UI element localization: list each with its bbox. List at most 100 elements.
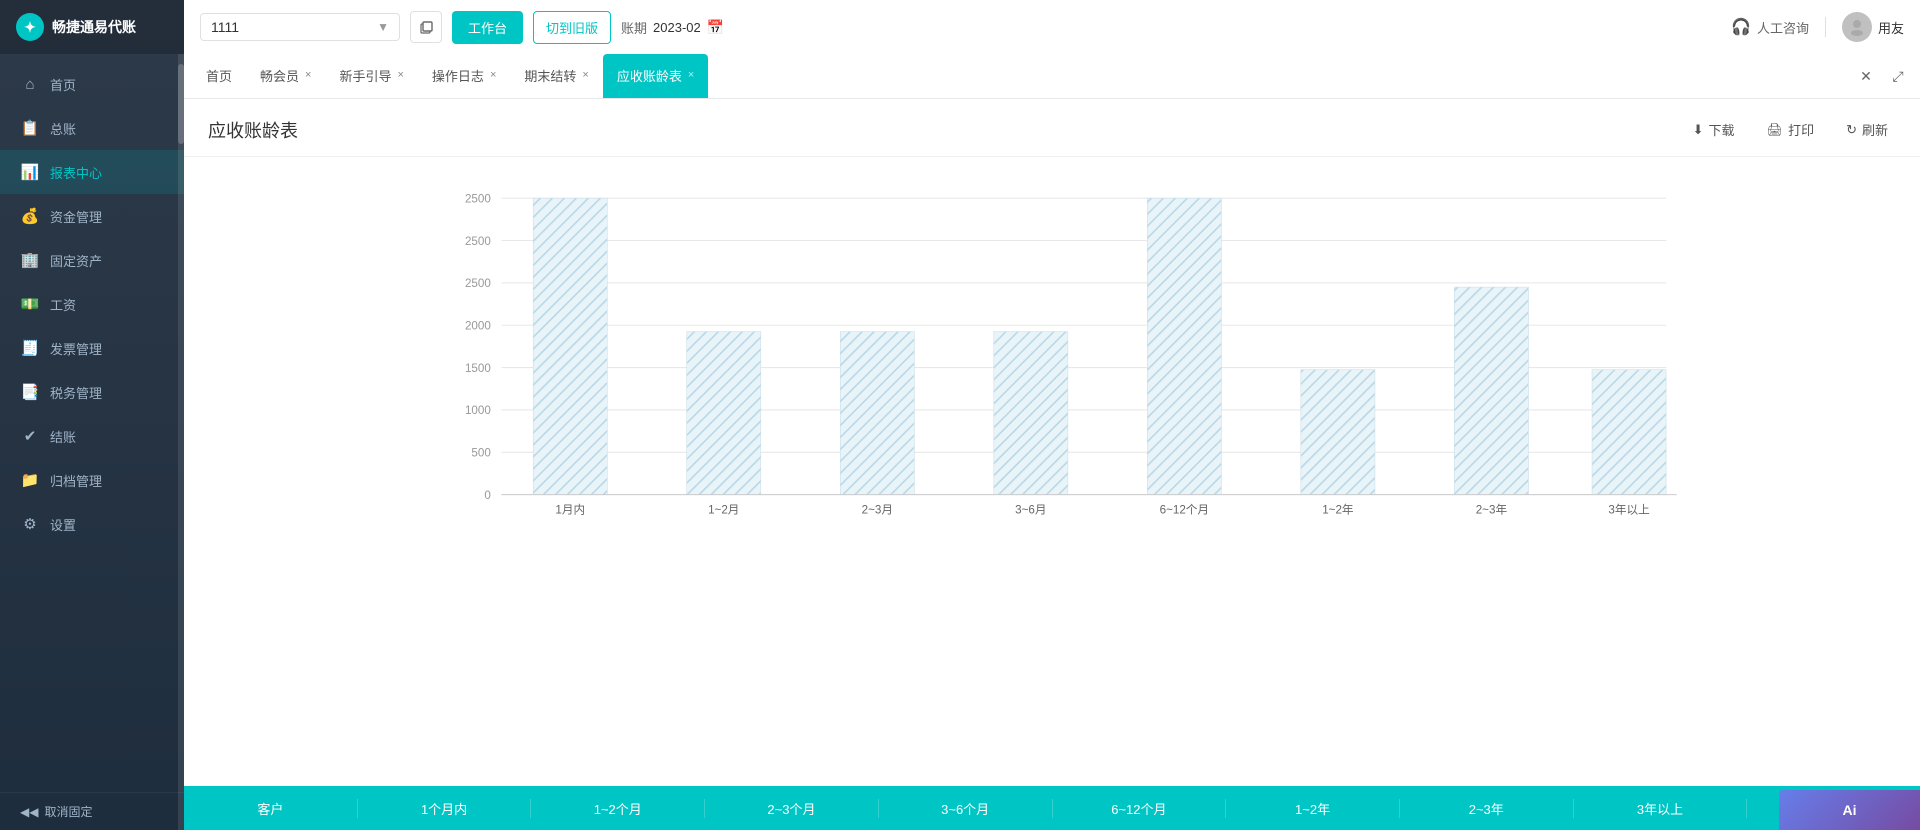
svg-text:1500: 1500	[465, 362, 491, 375]
sidebar-item-payroll[interactable]: 💵 工资	[0, 282, 184, 326]
svg-text:1000: 1000	[465, 404, 491, 417]
svg-text:2000: 2000	[465, 319, 491, 332]
consult-button[interactable]: 🎧 人工咨询	[1731, 17, 1809, 37]
sidebar-item-ledger[interactable]: 📋 总账	[0, 106, 184, 150]
refresh-label: 刷新	[1862, 120, 1888, 139]
tab-label-home: 首页	[206, 66, 232, 85]
bar-1month	[533, 198, 607, 494]
sidebar-item-settings[interactable]: ⚙ 设置	[0, 502, 184, 546]
period-display: 账期 2023-02 📅	[621, 18, 724, 37]
sidebar-label-home: 首页	[50, 75, 76, 94]
tab-close-oplog[interactable]: ×	[490, 70, 496, 81]
table-col-1~2个月: 1~2个月	[531, 799, 705, 818]
avatar-icon	[1848, 18, 1866, 36]
tab-home[interactable]: 首页	[192, 54, 246, 98]
sidebar-item-home[interactable]: ⌂ 首页	[0, 62, 184, 106]
content-header: 应收账龄表 ⬇ 下载 🖨 打印 ↻ 刷新	[184, 99, 1920, 157]
table-header: 客户1个月内1~2个月2~3个月3~6个月6~12个月1~2年2~3年3年以上合…	[184, 786, 1920, 830]
copy-icon	[418, 19, 434, 35]
sidebar-icon-invoice: 🧾	[20, 338, 40, 358]
svg-text:1~2年: 1~2年	[1322, 503, 1354, 517]
sidebar-icon-settings: ⚙	[20, 514, 40, 534]
sidebar-item-invoice[interactable]: 🧾 发票管理	[0, 326, 184, 370]
sidebar-icon-ledger: 📋	[20, 118, 40, 138]
maximize-tab-button[interactable]: ⤢	[1884, 62, 1912, 90]
sidebar-label-assets: 固定资产	[50, 251, 102, 270]
sidebar-icon-funds: 💰	[20, 206, 40, 226]
avatar	[1842, 12, 1872, 42]
bar-2to3year	[1454, 287, 1528, 495]
bar-2to3month	[840, 332, 914, 495]
sidebar-label-invoice: 发票管理	[50, 339, 102, 358]
bar-1to2year	[1301, 370, 1375, 495]
content-actions: ⬇ 下载 🖨 打印 ↻ 刷新	[1685, 115, 1896, 144]
table-col-3年以上: 3年以上	[1574, 799, 1748, 818]
table-col-2~3个月: 2~3个月	[705, 799, 879, 818]
close-tab-button[interactable]: ✕	[1852, 62, 1880, 90]
consult-label: 人工咨询	[1757, 18, 1809, 37]
bar-3to6month	[994, 332, 1068, 495]
tab-period_end[interactable]: 期末结转×	[510, 54, 602, 98]
svg-text:3~6月: 3~6月	[1015, 504, 1046, 517]
headset-icon: 🎧	[1731, 17, 1751, 37]
tab-label-member: 畅会员	[260, 66, 299, 85]
tab-oplog[interactable]: 操作日志×	[418, 54, 510, 98]
main-area: 1111 ▼ 工作台 切到旧版 账期 2023-02 📅 🎧 人工咨询	[184, 0, 1920, 830]
sidebar-item-assets[interactable]: 🏢 固定资产	[0, 238, 184, 282]
ai-float-button[interactable]: Ai	[1779, 790, 1920, 830]
sidebar-item-tax[interactable]: 📑 税务管理	[0, 370, 184, 414]
cancel-pin-label: 取消固定	[44, 803, 92, 820]
sidebar-label-settle: 结账	[50, 427, 76, 446]
chart-area: 2500 2500 2500 2000 1500 1000 500 0	[184, 157, 1920, 786]
sidebar-item-archive[interactable]: 📁 归档管理	[0, 458, 184, 502]
svg-text:2500: 2500	[465, 277, 491, 290]
bar-6to12month	[1147, 198, 1221, 494]
table-col-1~2年: 1~2年	[1226, 799, 1400, 818]
table-col-2~3年: 2~3年	[1400, 799, 1574, 818]
sidebar-label-tax: 税务管理	[50, 383, 102, 402]
refresh-button[interactable]: ↻ 刷新	[1838, 115, 1896, 144]
sidebar-item-reports[interactable]: 📊 报表中心	[0, 150, 184, 194]
tab-member[interactable]: 畅会员 ×	[246, 54, 325, 98]
sidebar-icon-home: ⌂	[20, 74, 40, 94]
tab-ar_aging[interactable]: 应收账龄表×	[603, 54, 708, 98]
tab-close-member[interactable]: ×	[305, 70, 311, 81]
calendar-icon[interactable]: 📅	[707, 19, 724, 36]
user-menu[interactable]: 用友	[1842, 12, 1904, 42]
sidebar-nav: ⌂ 首页 📋 总账 📊 报表中心 💰 资金管理 🏢 固定资产 💵 工资 🧾 发票…	[0, 54, 184, 792]
download-button[interactable]: ⬇ 下载	[1685, 115, 1743, 144]
left-arrow-icon: ◀◀	[20, 805, 38, 819]
cancel-pin-button[interactable]: ◀◀ 取消固定	[0, 792, 184, 830]
header-right: 🎧 人工咨询 用友	[1731, 12, 1904, 42]
tab-close-ar_aging[interactable]: ×	[688, 70, 694, 81]
logo-icon: ✦	[16, 13, 44, 41]
svg-text:2500: 2500	[465, 235, 491, 248]
sidebar-item-settle[interactable]: ✔ 结账	[0, 414, 184, 458]
content-area: 应收账龄表 ⬇ 下载 🖨 打印 ↻ 刷新	[184, 99, 1920, 830]
tab-close-guide[interactable]: ×	[397, 70, 403, 81]
print-button[interactable]: 🖨 打印	[1759, 115, 1823, 144]
sidebar-label-ledger: 总账	[50, 119, 76, 138]
chart-container: 2500 2500 2500 2000 1500 1000 500 0	[208, 177, 1896, 537]
workbench-button[interactable]: 工作台	[452, 11, 523, 44]
tab-close-period_end[interactable]: ×	[582, 70, 588, 81]
print-label: 打印	[1788, 120, 1814, 139]
sidebar-scrollbar[interactable]	[178, 54, 184, 830]
company-selector[interactable]: 1111 ▼	[200, 13, 400, 41]
sidebar-label-archive: 归档管理	[50, 471, 102, 490]
sidebar-label-settings: 设置	[50, 515, 76, 534]
ai-label: Ai	[1843, 802, 1857, 818]
bar-over3year	[1592, 370, 1666, 495]
tab-guide[interactable]: 新手引导×	[325, 54, 417, 98]
copy-button[interactable]	[410, 11, 442, 43]
svg-text:1月内: 1月内	[555, 503, 585, 517]
switch-version-button[interactable]: 切到旧版	[533, 11, 611, 44]
svg-text:6~12个月: 6~12个月	[1160, 504, 1209, 517]
dropdown-arrow-icon: ▼	[377, 20, 389, 34]
sidebar-icon-assets: 🏢	[20, 250, 40, 270]
sidebar-item-funds[interactable]: 💰 资金管理	[0, 194, 184, 238]
period-value: 2023-02	[653, 20, 701, 35]
sidebar-icon-payroll: 💵	[20, 294, 40, 314]
svg-text:2500: 2500	[465, 192, 491, 205]
table-col-客户: 客户	[184, 799, 358, 818]
